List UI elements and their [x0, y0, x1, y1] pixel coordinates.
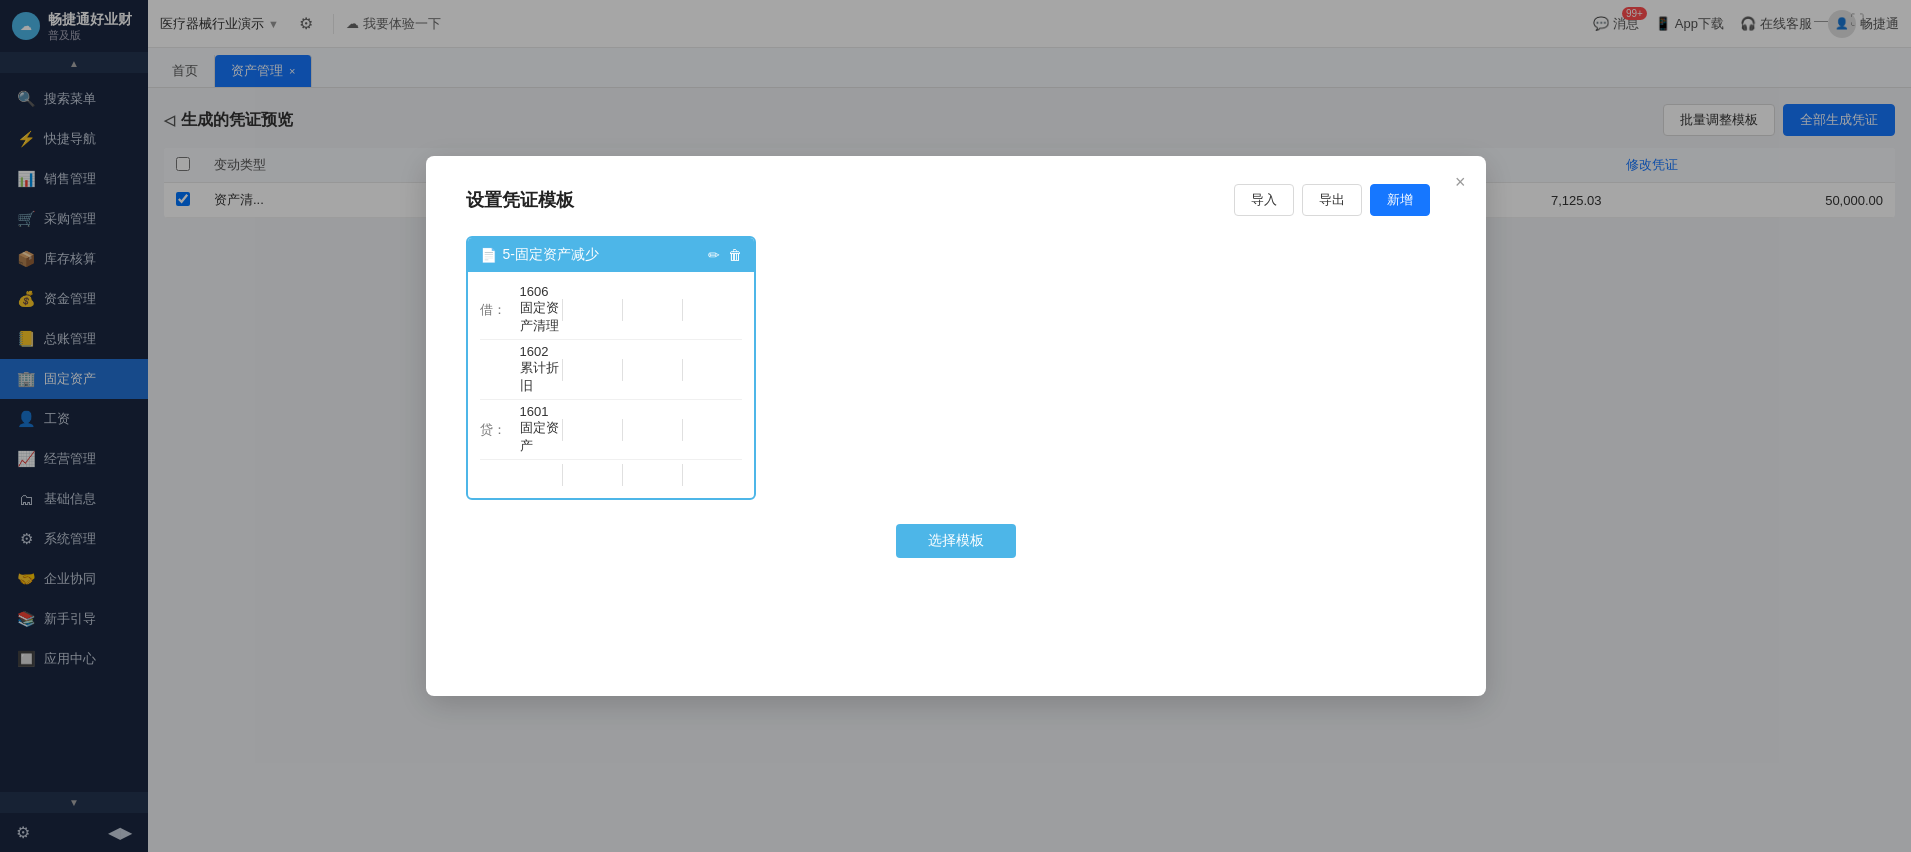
new-template-btn[interactable]: 新增	[1370, 184, 1430, 216]
template-col-2-2	[622, 359, 682, 381]
template-col-1-2	[622, 299, 682, 321]
template-row-3: 贷： 1601 固定资产	[480, 400, 742, 460]
template-row-4	[480, 460, 742, 490]
template-card-header: 📄 5-固定资产减少 ✏ 🗑	[468, 238, 754, 272]
template-edit-icon[interactable]: ✏	[708, 247, 720, 263]
template-number-name: 5-固定资产减少	[503, 246, 599, 264]
set-voucher-template-modal: × 设置凭证模板 导入 导出 新增 📄 5-固定资产减少 ✏ 🗑	[426, 156, 1486, 696]
template-col-3-1	[562, 419, 622, 441]
template-card-actions: ✏ 🗑	[708, 247, 742, 263]
modal-toolbar: 导入 导出 新增	[1234, 184, 1430, 216]
template-col-3-3	[682, 419, 742, 441]
modal-overlay: × 设置凭证模板 导入 导出 新增 📄 5-固定资产减少 ✏ 🗑	[0, 0, 1911, 852]
template-row-1: 借： 1606 固定资产清理	[480, 280, 742, 340]
modal-close-btn[interactable]: ×	[1455, 172, 1466, 193]
template-card: 📄 5-固定资产减少 ✏ 🗑 借： 1606 固定资产清理	[466, 236, 756, 500]
export-btn[interactable]: 导出	[1302, 184, 1362, 216]
template-row-account-1: 1606 固定资产清理	[520, 284, 562, 335]
template-col-1-1	[562, 299, 622, 321]
template-row-account-2: 1602 累计折旧	[520, 344, 562, 395]
template-name: 固定资产减少	[515, 246, 599, 262]
template-row-account-3: 1601 固定资产	[520, 404, 562, 455]
template-col-4-1	[562, 464, 622, 486]
template-col-4-3	[682, 464, 742, 486]
template-col-3-2	[622, 419, 682, 441]
template-doc-icon: 📄	[480, 247, 497, 263]
template-delete-icon[interactable]: 🗑	[728, 247, 742, 263]
template-row-side-1: 借：	[480, 301, 520, 319]
template-row-2: 1602 累计折旧	[480, 340, 742, 400]
template-col-1-3	[682, 299, 742, 321]
select-template-btn[interactable]: 选择模板	[896, 524, 1016, 558]
template-col-4-2	[622, 464, 682, 486]
template-number: 5	[503, 246, 511, 262]
template-col-2-3	[682, 359, 742, 381]
template-row-side-3: 贷：	[480, 421, 520, 439]
template-card-body: 借： 1606 固定资产清理 1602 累计折旧	[468, 272, 754, 498]
import-btn[interactable]: 导入	[1234, 184, 1294, 216]
template-col-2-1	[562, 359, 622, 381]
